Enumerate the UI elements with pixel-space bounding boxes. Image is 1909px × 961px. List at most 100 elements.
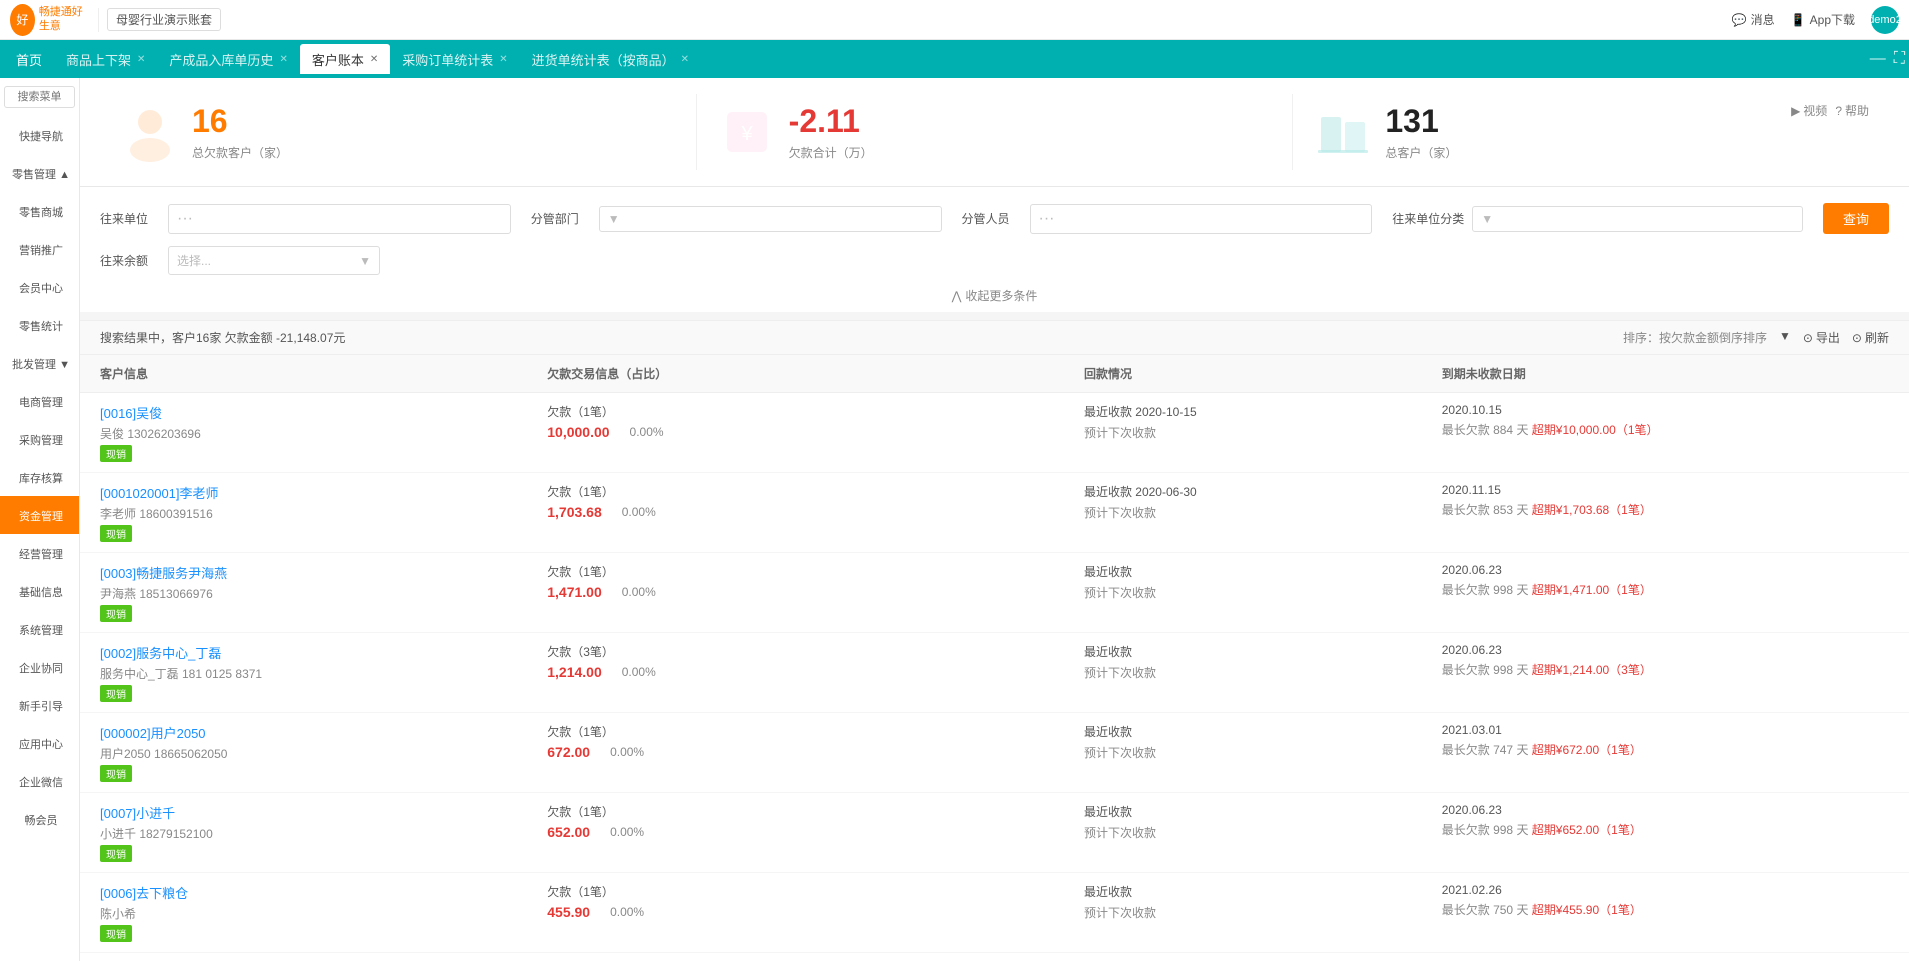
customer-name-link[interactable]: [0006]去下粮仓 <box>100 883 547 902</box>
sidebar-item-finance[interactable]: 资金管理 <box>0 496 79 534</box>
return-info: 最近收款 预计下次收款 <box>1084 643 1442 681</box>
message-button[interactable]: 💬 消息 <box>1732 11 1775 28</box>
customer-name-link[interactable]: [000002]用户2050 <box>100 723 547 742</box>
tab-customer-account[interactable]: 客户账本 ✕ <box>300 44 390 74</box>
filter-dept-input[interactable]: ▼ <box>599 206 942 232</box>
overdue-link[interactable]: 超期¥1,214.00（3笔） <box>1532 663 1652 677</box>
due-overdue: 最长欠款 998 天 超期¥1,471.00（1笔） <box>1442 581 1889 598</box>
filter-person-input[interactable]: ··· <box>1030 204 1373 234</box>
tab-purchase-order[interactable]: 采购订单统计表 ✕ <box>390 44 519 74</box>
sidebar-item-marketing[interactable]: 营销推广 <box>0 230 79 268</box>
stat-info-customers: 16 总欠款客户（家） <box>192 103 676 161</box>
overdue-link[interactable]: 超期¥10,000.00（1笔） <box>1532 423 1659 437</box>
export-button[interactable]: ⊙ 导出 <box>1803 329 1840 346</box>
tab-goods[interactable]: 商品上下架 ✕ <box>54 44 157 74</box>
avatar[interactable]: demo2 <box>1871 6 1899 34</box>
due-overdue: 最长欠款 747 天 超期¥672.00（1笔） <box>1442 741 1889 758</box>
close-icon[interactable]: ✕ <box>279 54 287 65</box>
layout: 快捷导航 零售管理 ▲ 零售商城 营销推广 会员中心 零售统计 批发管理 ▼ 电… <box>0 78 1909 961</box>
sidebar-item-member[interactable]: 会员中心 <box>0 268 79 306</box>
industry-select[interactable]: 母婴行业演示账套 <box>107 8 221 31</box>
chevron-down-icon: ▼ <box>608 212 620 226</box>
close-icon[interactable]: ✕ <box>499 54 507 65</box>
query-button[interactable]: 查询 <box>1823 203 1889 234</box>
debt-amount: 652.00 <box>547 824 590 840</box>
sidebar-label: 会员中心 <box>7 280 75 296</box>
return-recent-date: 最近收款 <box>1084 563 1442 580</box>
sidebar-item-guide[interactable]: 新手引导 <box>0 686 79 724</box>
sidebar-item-retail-mall[interactable]: 零售商城 <box>0 192 79 230</box>
filter-vendor-input[interactable]: ··· <box>168 204 511 234</box>
customer-phone: 陈小希 <box>100 905 547 922</box>
overdue-link[interactable]: 超期¥652.00（1笔） <box>1532 823 1642 837</box>
sidebar-item-basic[interactable]: 基础信息 <box>0 572 79 610</box>
customer-phone: 尹海燕 18513066976 <box>100 585 547 602</box>
sidebar-item-retail-manage[interactable]: 零售管理 ▲ <box>0 154 79 192</box>
refresh-button[interactable]: ⊙ 刷新 <box>1852 329 1889 346</box>
minimize-icon[interactable]: — <box>1870 50 1886 68</box>
search-input[interactable] <box>4 86 75 108</box>
customer-info: [0007]小进千 小进千 18279152100 现销 <box>100 803 547 862</box>
refresh-icon: ⊙ <box>1852 331 1862 345</box>
debt-percent: 0.00% <box>622 505 656 519</box>
collapse-button[interactable]: ⋀ 收起更多条件 <box>952 287 1038 304</box>
tab-purchase-stats[interactable]: 进货单统计表（按商品） ✕ <box>520 44 701 74</box>
sidebar-item-purchase[interactable]: 采购管理 <box>0 420 79 458</box>
close-icon[interactable]: ✕ <box>370 54 378 65</box>
sidebar-item-inventory[interactable]: 库存核算 <box>0 458 79 496</box>
overdue-link[interactable]: 超期¥672.00（1笔） <box>1532 743 1642 757</box>
help-button[interactable]: ? 帮助 <box>1835 102 1869 119</box>
tab-production[interactable]: 产成品入库单历史 ✕ <box>157 44 299 74</box>
overdue-link[interactable]: 超期¥1,471.00（1笔） <box>1532 583 1652 597</box>
overdue-link[interactable]: 超期¥455.90（1笔） <box>1532 903 1642 917</box>
debt-percent: 0.00% <box>630 425 664 439</box>
debt-amount: 1,214.00 <box>547 664 602 680</box>
sidebar-item-quick-nav[interactable]: 快捷导航 <box>0 116 79 154</box>
due-overdue: 最长欠款 998 天 超期¥652.00（1笔） <box>1442 821 1889 838</box>
chevron-up-icon: ⋀ <box>952 289 962 303</box>
customer-name-link[interactable]: [0007]小进千 <box>100 803 547 822</box>
sidebar-item-operation[interactable]: 经营管理 <box>0 534 79 572</box>
sidebar-item-apps[interactable]: 应用中心 <box>0 724 79 762</box>
app-download-button[interactable]: 📱 App下载 <box>1791 11 1855 28</box>
customer-name-link[interactable]: [0016]吴俊 <box>100 403 547 422</box>
return-recent-date: 最近收款 <box>1084 883 1442 900</box>
sidebar-item-wholesale[interactable]: 批发管理 ▼ <box>0 344 79 382</box>
customer-info: [0002]服务中心_丁磊 服务中心_丁磊 181 0125 8371 现销 <box>100 643 547 702</box>
customer-tag: 现销 <box>100 605 132 622</box>
customer-name-link[interactable]: [0003]畅捷服务尹海燕 <box>100 563 547 582</box>
sidebar-label: 基础信息 <box>7 584 75 600</box>
close-icon[interactable]: ✕ <box>137 54 145 65</box>
sidebar-item-retail-stats[interactable]: 零售统计 <box>0 306 79 344</box>
col-header-return: 回款情况 <box>1084 365 1442 382</box>
filter-balance-input[interactable]: 选择... ▼ <box>168 246 380 275</box>
customer-phone: 李老师 18600391516 <box>100 505 547 522</box>
tab-home[interactable]: 首页 <box>4 44 54 74</box>
sidebar-label: 快捷导航 <box>7 128 75 144</box>
debt-amount: 1,703.68 <box>547 504 602 520</box>
debt-count: 欠款（1笔） <box>547 883 1084 900</box>
video-button[interactable]: ▶ 视频 <box>1791 102 1827 119</box>
overdue-link[interactable]: 超期¥1,703.68（1笔） <box>1532 503 1652 517</box>
return-recent-date: 最近收款 <box>1084 723 1442 740</box>
customer-name-link[interactable]: [0002]服务中心_丁磊 <box>100 643 547 662</box>
maximize-icon[interactable]: ⛶ <box>1894 50 1905 68</box>
close-icon[interactable]: ✕ <box>681 54 689 65</box>
customer-tag: 现销 <box>100 765 132 782</box>
due-overdue: 最长欠款 750 天 超期¥455.90（1笔） <box>1442 901 1889 918</box>
sidebar-item-vip[interactable]: 畅会员 <box>0 800 79 838</box>
customer-phone: 吴俊 13026203696 <box>100 425 547 442</box>
sidebar-item-collab[interactable]: 企业协同 <box>0 648 79 686</box>
customer-name-link[interactable]: [0001020001]李老师 <box>100 483 547 502</box>
customer-info: [000002]用户2050 用户2050 18665062050 现销 <box>100 723 547 782</box>
return-next: 预计下次收款 <box>1084 504 1442 521</box>
sidebar-item-system[interactable]: 系统管理 <box>0 610 79 648</box>
sidebar-label: 批发管理 ▼ <box>7 356 75 372</box>
filter-category-input[interactable]: ▼ <box>1472 206 1803 232</box>
sidebar-item-wechat[interactable]: 企业微信 <box>0 762 79 800</box>
sidebar-label: 资金管理 <box>7 508 75 524</box>
sidebar-item-ecommerce[interactable]: 电商管理 <box>0 382 79 420</box>
return-next: 预计下次收款 <box>1084 904 1442 921</box>
due-date: 2021.03.01 <box>1442 723 1889 737</box>
stats-row: 16 总欠款客户（家） ¥ -2.11 欠款合计（万） <box>80 78 1909 187</box>
